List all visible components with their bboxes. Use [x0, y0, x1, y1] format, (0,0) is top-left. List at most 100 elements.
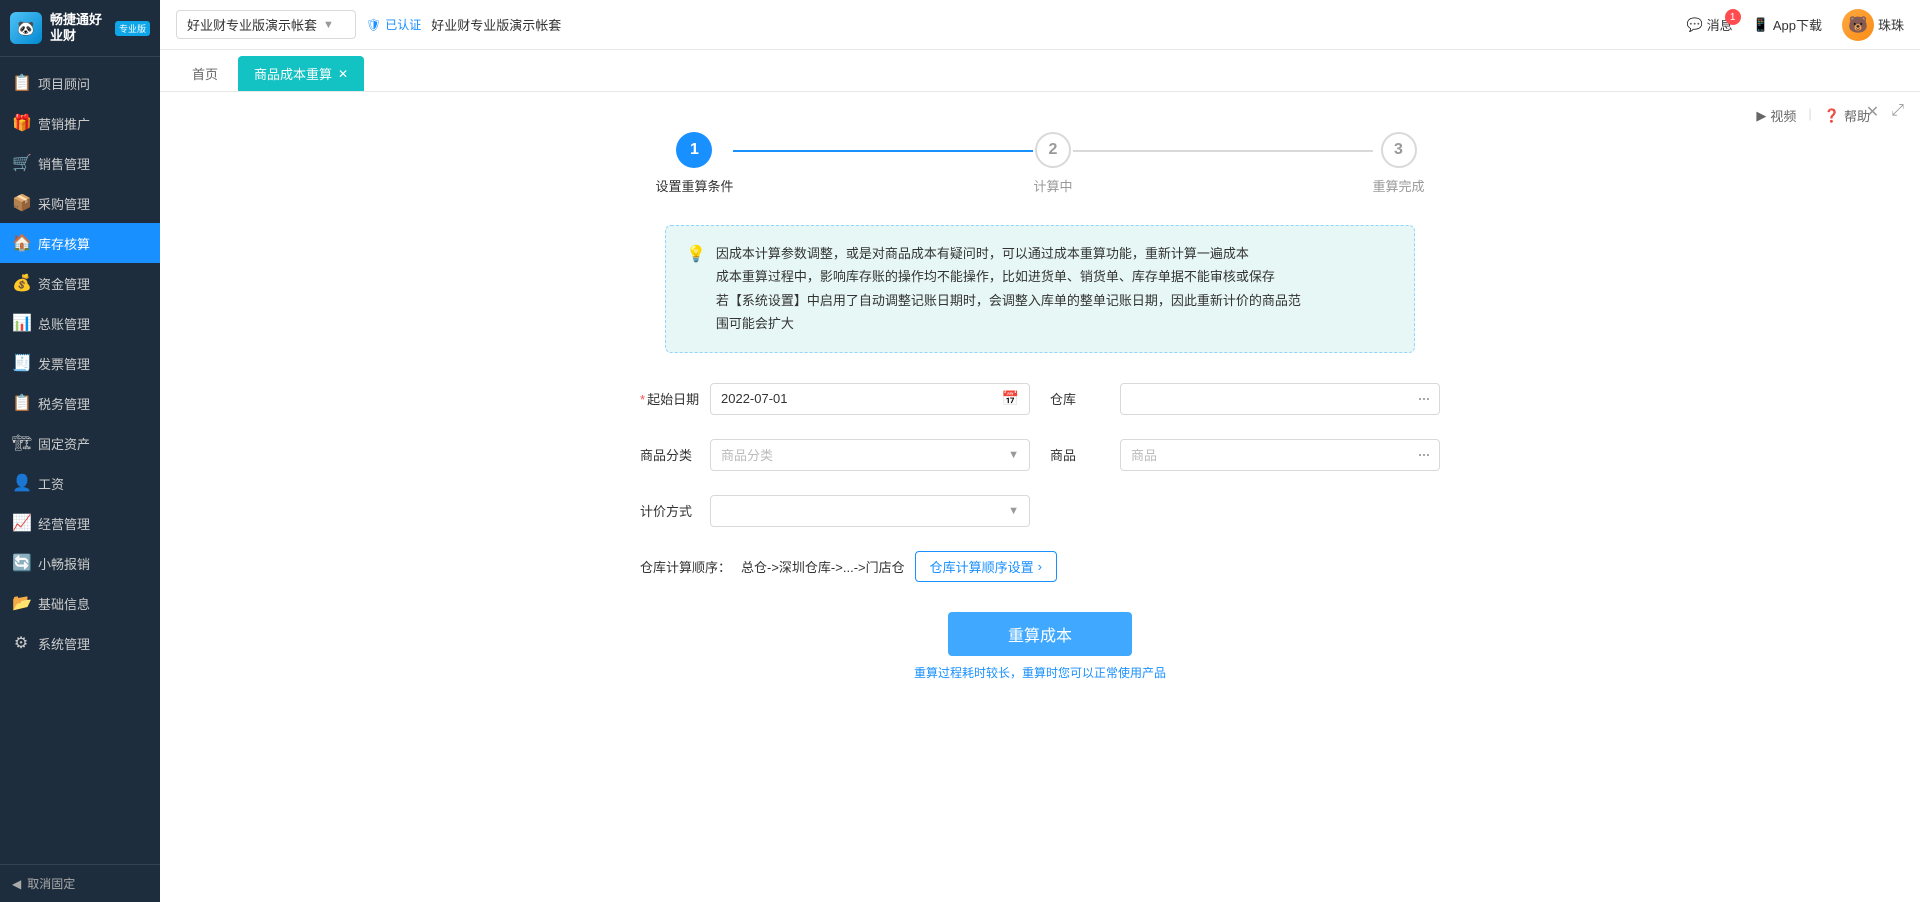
message-icon: 💬 — [1686, 17, 1702, 33]
start-date-label: *起始日期 — [640, 389, 700, 408]
sidebar-item-system[interactable]: ⚙ 系统管理 — [0, 623, 160, 663]
tab-bar: 首页 商品成本重算 ✕ — [160, 50, 1920, 92]
step-2-label: 计算中 — [1033, 176, 1072, 195]
warehouse-order-btn-label: 仓库计算顺序设置 — [930, 557, 1034, 576]
sidebar-item-label: 项目顾问 — [38, 74, 90, 93]
info-box: 💡 因成本计算参数调整，或是对商品成本有疑问时，可以通过成本重算功能，重新计算一… — [665, 225, 1415, 353]
topbar: 好业财专业版演示帐套 ▼ 🛡 已认证 好业财专业版演示帐套 💬 消息 1 📱 A… — [160, 0, 1920, 50]
sidebar-item-marketing[interactable]: 🎁 营销推广 — [0, 103, 160, 143]
sidebar-item-assets[interactable]: 🏗 固定资产 — [0, 423, 160, 463]
category-select[interactable]: 商品分类 ▼ — [710, 439, 1030, 471]
product-input[interactable]: 商品 ··· — [1120, 439, 1440, 471]
sidebar-item-label: 固定资产 — [38, 434, 90, 453]
tax-icon: 📋 — [12, 393, 30, 413]
sidebar-item-label: 工资 — [38, 474, 64, 493]
tab-close-icon[interactable]: ✕ — [338, 67, 348, 81]
start-date-value: 2022-07-01 — [721, 391, 994, 406]
step-indicator: 1 设置重算条件 2 计算中 — [200, 122, 1880, 195]
sidebar-item-inventory[interactable]: 🏠 库存核算 — [0, 223, 160, 263]
info-line-3: 若【系统设置】中启用了自动调整记账日期时，会调整入库单的整单记账日期，因此重新计… — [716, 289, 1301, 312]
warehouse-order-value: 总仓->深圳仓库->...->门店仓 — [741, 557, 905, 576]
step-1: 1 设置重算条件 — [655, 132, 733, 195]
sidebar-item-project[interactable]: 📋 项目顾问 — [0, 63, 160, 103]
product-label: 商品 — [1050, 445, 1110, 464]
warehouse-label: 仓库 — [1050, 389, 1110, 408]
expand-button[interactable]: ⤢ — [1891, 102, 1904, 122]
pricing-label: 计价方式 — [640, 501, 700, 520]
start-date-input[interactable]: 2022-07-01 📅 — [710, 383, 1030, 415]
step-connector-1 — [733, 132, 1033, 152]
sidebar-item-label: 总账管理 — [38, 314, 90, 333]
start-date-field: *起始日期 2022-07-01 📅 — [640, 383, 1030, 415]
sidebar-item-label: 税务管理 — [38, 394, 90, 413]
finance-icon: 💰 — [12, 273, 30, 293]
sidebar-item-purchase[interactable]: 📦 采购管理 — [0, 183, 160, 223]
recalc-btn-label: 重算成本 — [1008, 628, 1072, 645]
main-area: 好业财专业版演示帐套 ▼ 🛡 已认证 好业财专业版演示帐套 💬 消息 1 📱 A… — [160, 0, 1920, 902]
close-button[interactable]: ✕ — [1866, 102, 1879, 122]
info-text: 因成本计算参数调整，或是对商品成本有疑问时，可以通过成本重算功能，重新计算一遍成… — [716, 242, 1301, 336]
step-1-label: 设置重算条件 — [655, 176, 733, 195]
sidebar-item-label: 库存核算 — [38, 234, 90, 253]
tab-recalc[interactable]: 商品成本重算 ✕ — [238, 56, 364, 91]
recalc-button[interactable]: 重算成本 — [948, 612, 1132, 656]
step-3-circle: 3 — [1381, 132, 1417, 168]
form-row-3: 计价方式 ▼ — [640, 495, 1440, 527]
home-tab-label: 首页 — [192, 64, 218, 83]
sidebar-item-finance[interactable]: 💰 资金管理 — [0, 263, 160, 303]
sidebar-item-expense[interactable]: 🔄 小畅报销 — [0, 543, 160, 583]
tab-home[interactable]: 首页 — [176, 56, 234, 91]
step-2-circle: 2 — [1035, 132, 1071, 168]
sidebar-unpin-button[interactable]: ◀ 取消固定 — [0, 864, 160, 902]
sidebar-item-label: 销售管理 — [38, 154, 90, 173]
pricing-field: 计价方式 ▼ — [640, 495, 1030, 527]
chevron-down-icon: ▼ — [323, 19, 334, 31]
info-line-4: 围可能会扩大 — [716, 312, 1301, 335]
app-download-label: App下载 — [1773, 15, 1822, 34]
calendar-icon[interactable]: 📅 — [1002, 390, 1019, 407]
account-selector[interactable]: 好业财专业版演示帐套 ▼ — [176, 10, 356, 39]
warehouse-input[interactable]: ··· — [1120, 383, 1440, 415]
unpin-label: 取消固定 — [27, 875, 75, 892]
warehouse-order-label: 仓库计算顺序： — [640, 557, 731, 576]
step-2: 2 计算中 — [1033, 132, 1072, 195]
sidebar-item-basic[interactable]: 📂 基础信息 — [0, 583, 160, 623]
info-icon: 💡 — [686, 244, 706, 336]
marketing-icon: 🎁 — [12, 113, 30, 133]
category-placeholder: 商品分类 — [721, 445, 773, 464]
window-controls: ✕ ⤢ — [1866, 102, 1904, 122]
accounting-icon: 📊 — [12, 313, 30, 333]
salary-icon: 👤 — [12, 473, 30, 493]
sidebar-item-label: 小畅报销 — [38, 554, 90, 573]
logo-icon: 🐼 — [17, 20, 34, 37]
app-download-button[interactable]: 📱 App下载 — [1753, 15, 1822, 34]
message-button[interactable]: 💬 消息 1 — [1686, 15, 1732, 34]
sidebar-item-label: 资金管理 — [38, 274, 90, 293]
app-badge: 专业版 — [115, 21, 150, 36]
sidebar: 🐼 畅捷通好业财 专业版 📋 项目顾问 🎁 营销推广 🛒 销售管理 📦 采购管理… — [0, 0, 160, 902]
verified-text: 已认证 — [385, 16, 421, 33]
pricing-select[interactable]: ▼ — [710, 495, 1030, 527]
app-logo: 🐼 — [10, 12, 42, 44]
unpin-icon: ◀ — [12, 877, 21, 891]
purchase-icon: 📦 — [12, 193, 30, 213]
phone-icon: 📱 — [1753, 17, 1769, 33]
sidebar-item-invoice[interactable]: 🧾 发票管理 — [0, 343, 160, 383]
topbar-right: 💬 消息 1 📱 App下载 🐻 珠珠 — [1686, 9, 1904, 41]
user-profile-button[interactable]: 🐻 珠珠 — [1842, 9, 1904, 41]
warehouse-order-row: 仓库计算顺序： 总仓->深圳仓库->...->门店仓 仓库计算顺序设置 › — [640, 551, 1440, 582]
sidebar-item-accounting[interactable]: 📊 总账管理 — [0, 303, 160, 343]
sidebar-item-sales[interactable]: 🛒 销售管理 — [0, 143, 160, 183]
form-section: *起始日期 2022-07-01 📅 仓库 ··· — [640, 383, 1440, 681]
recalc-section: 重算成本 重算过程耗时较长，重算时您可以正常使用产品 — [640, 612, 1440, 681]
shield-icon: 🛡 — [366, 18, 381, 32]
sidebar-item-tax[interactable]: 📋 税务管理 — [0, 383, 160, 423]
sidebar-item-salary[interactable]: 👤 工资 — [0, 463, 160, 503]
chevron-down-icon: ▼ — [1008, 505, 1019, 517]
warehouse-order-btn[interactable]: 仓库计算顺序设置 › — [915, 551, 1057, 582]
step-3-num: 3 — [1394, 141, 1403, 159]
operation-icon: 📈 — [12, 513, 30, 533]
product-placeholder: 商品 — [1131, 445, 1157, 464]
sidebar-item-operation[interactable]: 📈 经营管理 — [0, 503, 160, 543]
form-row-2: 商品分类 商品分类 ▼ 商品 商品 ··· — [640, 439, 1440, 471]
